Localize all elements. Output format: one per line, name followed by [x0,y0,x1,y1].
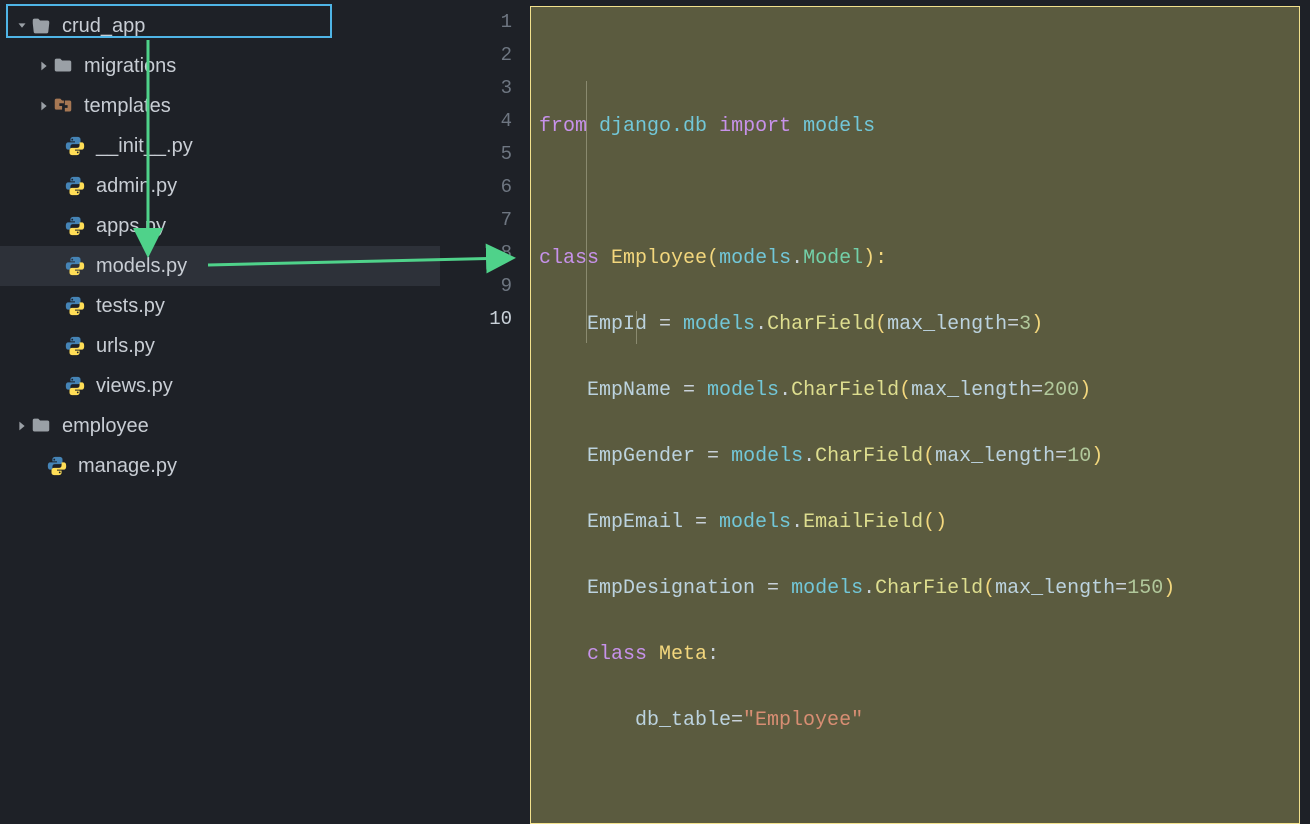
code-line: EmpGender = models.CharField(max_length=… [539,440,1291,473]
python-file-icon [64,255,86,277]
folder-label: employee [62,415,149,438]
python-file-icon [64,135,86,157]
chevron-right-icon [36,58,52,74]
file-explorer: crud_app migrations templates __init__.p… [0,0,440,507]
code-line: EmpId = models.CharField(max_length=3) [539,308,1291,341]
code-line [539,176,1291,209]
folder-label: migrations [84,55,176,78]
tree-folder-crud-app[interactable]: crud_app [0,6,440,46]
line-number: 8 [440,237,512,270]
tree-file-tests[interactable]: tests.py [0,286,440,326]
tree-folder-templates[interactable]: templates [0,86,440,126]
file-label: __init__.py [96,135,193,158]
line-number: 1 [440,6,512,39]
line-number: 7 [440,204,512,237]
file-label: views.py [96,375,173,398]
line-number: 6 [440,171,512,204]
python-file-icon [64,295,86,317]
code-line: class Meta: [539,638,1291,671]
file-label: models.py [96,255,187,278]
python-file-icon [64,215,86,237]
python-file-icon [46,455,68,477]
code-line: EmpEmail = models.EmailField() [539,506,1291,539]
tree-file-manage[interactable]: manage.py [0,446,440,486]
file-label: tests.py [96,295,165,318]
line-number: 9 [440,270,512,303]
tree-file-apps[interactable]: apps.py [0,206,440,246]
folder-icon [30,415,52,437]
python-file-icon [64,335,86,357]
tree-file-admin[interactable]: admin.py [0,166,440,206]
file-label: apps.py [96,215,166,238]
folder-icon [52,55,74,77]
code-line: EmpName = models.CharField(max_length=20… [539,374,1291,407]
tree-file-init[interactable]: __init__.py [0,126,440,166]
tree-file-urls[interactable]: urls.py [0,326,440,366]
chevron-down-icon [14,18,30,34]
folder-label: templates [84,95,171,118]
chevron-right-icon [14,418,30,434]
folder-label: crud_app [62,15,145,38]
folder-templates-icon [52,95,74,117]
line-number: 2 [440,39,512,72]
file-label: admin.py [96,175,177,198]
line-number: 3 [440,72,512,105]
line-number: 5 [440,138,512,171]
chevron-right-icon [36,98,52,114]
code-line: EmpDesignation = models.CharField(max_le… [539,572,1291,605]
line-number-gutter: 1 2 3 4 5 6 7 8 9 10 [440,0,512,507]
tree-file-models[interactable]: models.py [0,246,440,286]
tree-folder-migrations[interactable]: migrations [0,46,440,86]
tree-file-views[interactable]: views.py [0,366,440,406]
code-line: from django.db import models [539,110,1291,143]
line-number: 10 [440,303,512,336]
code-line: db_table="Employee" [539,704,1291,737]
line-number: 4 [440,105,512,138]
folder-open-icon [30,15,52,37]
file-label: manage.py [78,455,177,478]
file-label: urls.py [96,335,155,358]
python-file-icon [64,375,86,397]
code-line: class Employee(models.Model): [539,242,1291,275]
tree-folder-employee[interactable]: employee [0,406,440,446]
code-content[interactable]: from django.db import models class Emplo… [530,6,1300,824]
python-file-icon [64,175,86,197]
code-editor[interactable]: 1 2 3 4 5 6 7 8 9 10 from django.db impo… [440,0,1310,507]
